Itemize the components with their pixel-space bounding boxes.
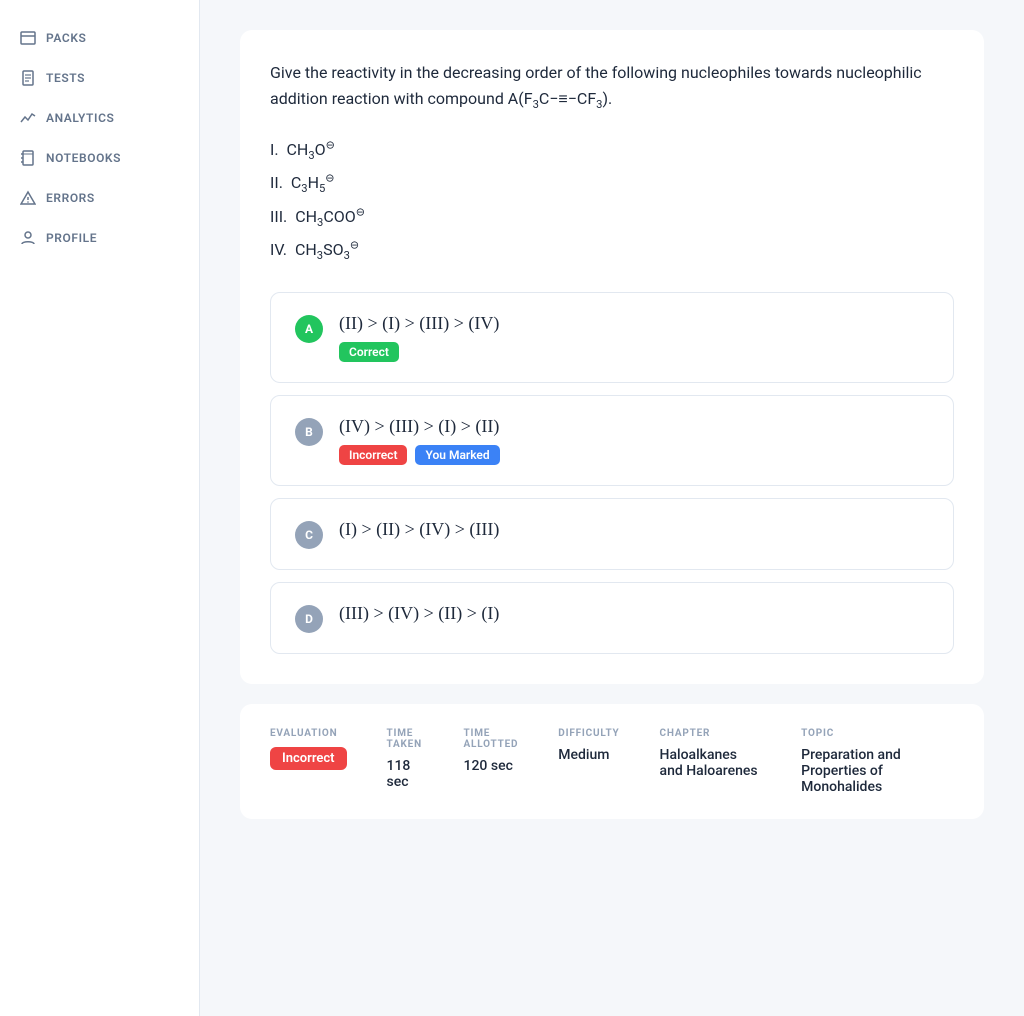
analytics-icon [20, 110, 36, 126]
nucleophile-item-2: II. C3H5⊖ [270, 167, 954, 201]
evaluation-col: EVALUATION Incorrect [270, 728, 347, 770]
nucleophile-list: I. CH3O⊖ II. C3H5⊖ III. CH3COO⊖ IV. CH3S… [270, 134, 954, 268]
nucleophile-item-4: IV. CH3SO3⊖ [270, 234, 954, 268]
option-c-formula: (I) > (II) > (IV) > (III) [339, 519, 929, 540]
option-b-card[interactable]: B (IV) > (III) > (I) > (II) Incorrect Yo… [270, 395, 954, 486]
option-d-card[interactable]: D (III) > (IV) > (II) > (I) [270, 582, 954, 654]
topic-value: Preparation and Properties of Monohalide… [801, 747, 954, 795]
evaluation-label: EVALUATION [270, 728, 347, 739]
question-text: Give the reactivity in the decreasing or… [270, 60, 954, 114]
tests-label: TESTS [46, 71, 85, 85]
sidebar-item-notebooks[interactable]: NOTEBOOKS [0, 140, 199, 176]
errors-label: ERRORS [46, 191, 95, 205]
option-c-card[interactable]: C (I) > (II) > (IV) > (III) [270, 498, 954, 570]
option-a-badge: A [295, 315, 323, 343]
question-card: Give the reactivity in the decreasing or… [240, 30, 984, 684]
option-a-tags: Correct [339, 342, 929, 362]
option-b-formula: (IV) > (III) > (I) > (II) [339, 416, 929, 437]
analytics-label: ANALYTICS [46, 111, 114, 125]
time-taken-label: TIME TAKEN [387, 728, 424, 750]
time-taken-col: TIME TAKEN 118 sec [387, 728, 424, 790]
sidebar-item-tests[interactable]: TESTS [0, 60, 199, 96]
difficulty-label: DIFFICULTY [558, 728, 619, 739]
sidebar-item-errors[interactable]: ERRORS [0, 180, 199, 216]
nucleophile-item-3: III. CH3COO⊖ [270, 201, 954, 235]
profile-label: PROFILE [46, 231, 97, 245]
time-allotted-value: 120 sec [464, 758, 519, 774]
chapter-label: CHAPTER [660, 728, 762, 739]
option-b-tags: Incorrect You Marked [339, 445, 929, 465]
you-marked-tag: You Marked [415, 445, 499, 465]
difficulty-value: Medium [558, 747, 619, 763]
main-content: Give the reactivity in the decreasing or… [200, 0, 1024, 1016]
tests-icon [20, 70, 36, 86]
topic-label: TOPIC [801, 728, 954, 739]
topic-col: TOPIC Preparation and Properties of Mono… [801, 728, 954, 795]
notebooks-label: NOTEBOOKS [46, 151, 121, 165]
option-b-content: (IV) > (III) > (I) > (II) Incorrect You … [339, 416, 929, 465]
time-taken-value: 118 sec [387, 758, 424, 790]
evaluation-value: Incorrect [270, 747, 347, 770]
option-d-formula: (III) > (IV) > (II) > (I) [339, 603, 929, 624]
options-container: A (II) > (I) > (III) > (IV) Correct B (I… [270, 292, 954, 654]
footer-info: EVALUATION Incorrect TIME TAKEN 118 sec … [240, 704, 984, 819]
sidebar-item-analytics[interactable]: ANALYTICS [0, 100, 199, 136]
chapter-col: CHAPTER Haloalkanes and Haloarenes [660, 728, 762, 779]
profile-icon [20, 230, 36, 246]
option-a-content: (II) > (I) > (III) > (IV) Correct [339, 313, 929, 362]
option-a-card[interactable]: A (II) > (I) > (III) > (IV) Correct [270, 292, 954, 383]
sidebar: PACKS TESTS ANALYTICS [0, 0, 200, 1016]
sidebar-item-packs[interactable]: PACKS [0, 20, 199, 56]
incorrect-tag: Incorrect [339, 445, 407, 465]
time-allotted-label: TIME ALLOTTED [464, 728, 519, 750]
packs-icon [20, 30, 36, 46]
notebooks-icon [20, 150, 36, 166]
time-allotted-col: TIME ALLOTTED 120 sec [464, 728, 519, 774]
chapter-value: Haloalkanes and Haloarenes [660, 747, 762, 779]
correct-tag: Correct [339, 342, 399, 362]
option-a-formula: (II) > (I) > (III) > (IV) [339, 313, 929, 334]
option-b-badge: B [295, 418, 323, 446]
option-c-badge: C [295, 521, 323, 549]
option-c-content: (I) > (II) > (IV) > (III) [339, 519, 929, 548]
nucleophile-item-1: I. CH3O⊖ [270, 134, 954, 168]
option-d-badge: D [295, 605, 323, 633]
sidebar-item-profile[interactable]: PROFILE [0, 220, 199, 256]
option-d-content: (III) > (IV) > (II) > (I) [339, 603, 929, 632]
packs-label: PACKS [46, 31, 86, 45]
errors-icon [20, 190, 36, 206]
difficulty-col: DIFFICULTY Medium [558, 728, 619, 763]
